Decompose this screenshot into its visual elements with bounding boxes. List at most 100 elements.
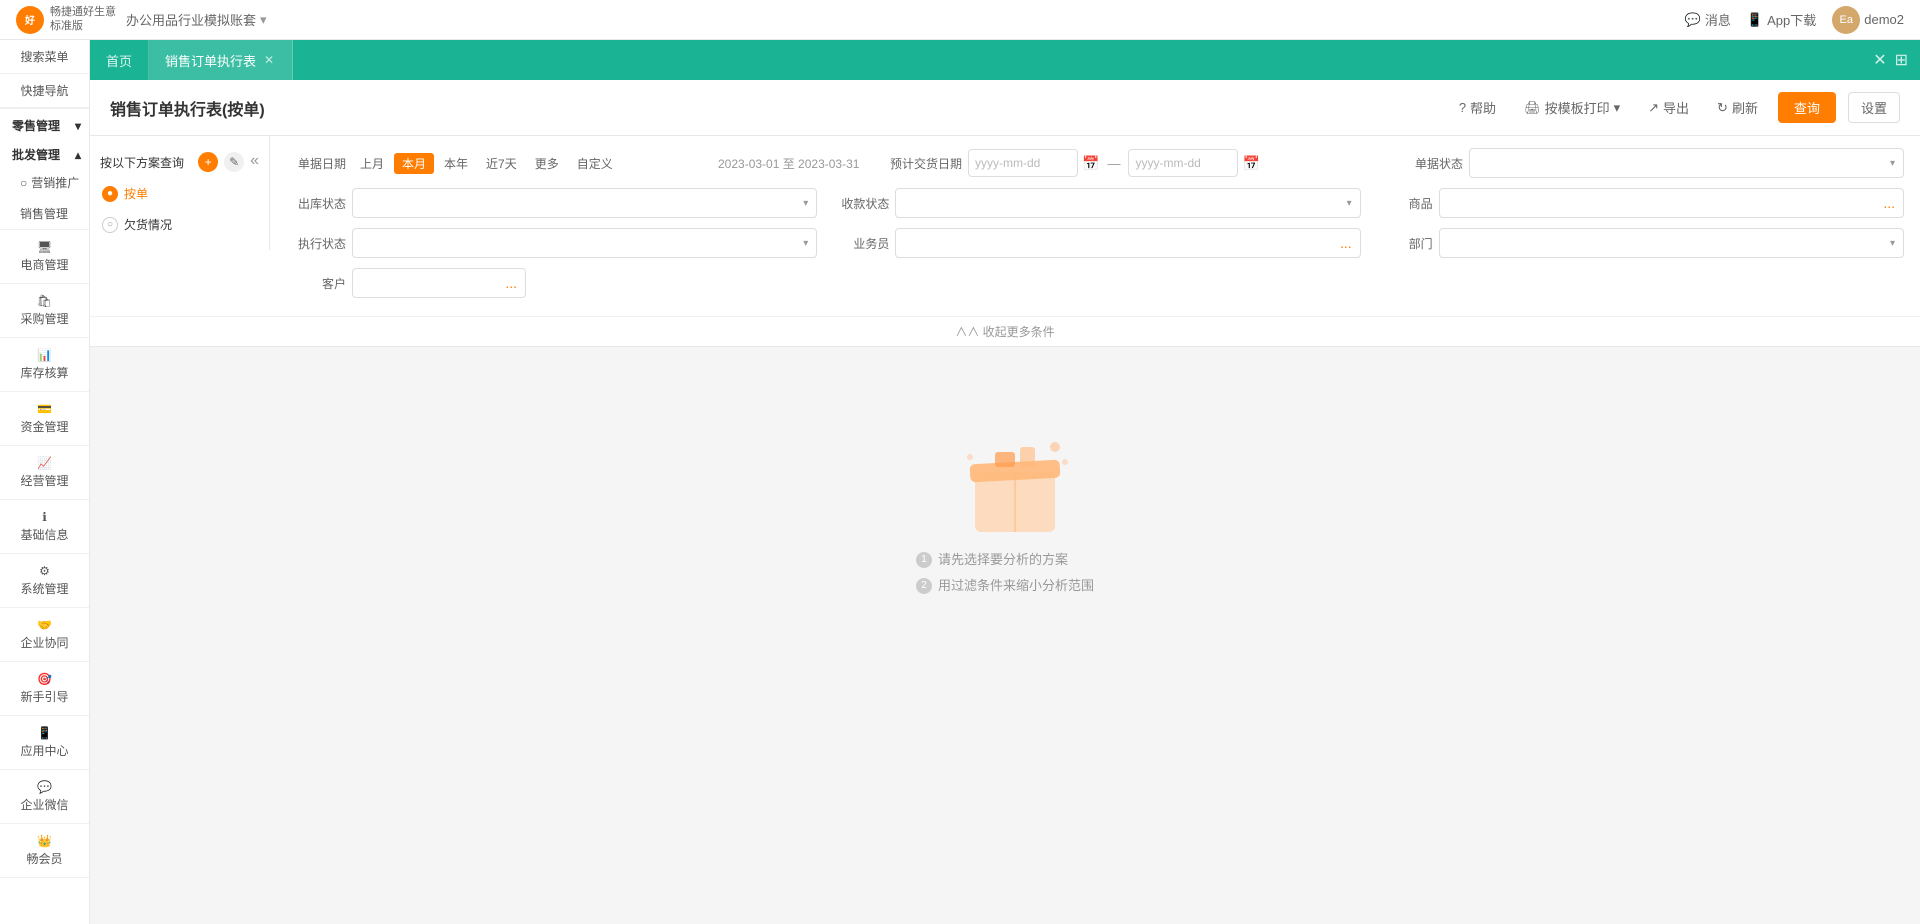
exec-label: 执行状态 <box>286 235 346 252</box>
logo-text: 畅捷通好生意 标准版 <box>50 6 116 32</box>
product-label: 商品 <box>1373 195 1433 212</box>
sidebar-item-ecommerce[interactable]: 🖥 电商管理 <box>0 230 89 284</box>
tab-home[interactable]: 首页 <box>90 40 149 80</box>
solution-item-backorder[interactable]: ○ 欠货情况 <box>90 209 269 240</box>
tab-expand-icon[interactable]: ⊞ <box>1895 50 1908 70</box>
message-action[interactable]: 💬 消息 <box>1685 10 1731 29</box>
customer-more-icon[interactable]: ... <box>505 275 517 291</box>
header-left: 好 畅捷通好生意 标准版 办公用品行业模拟账套 ▾ <box>16 6 267 34</box>
date-tab-this-month[interactable]: 本月 <box>394 153 434 174</box>
empty-state: 1 请先选择要分析的方案 2 用过滤条件来缩小分析范围 <box>90 347 1920 679</box>
exec-dropdown-icon: ▾ <box>803 238 808 249</box>
expected-date-to-input[interactable] <box>1128 149 1238 177</box>
sidebar: 搜索菜单 快捷导航 零售管理 ▾ 批发管理 ▴ ○ 营销推广 销售管理 🖥 电商… <box>0 40 90 924</box>
user-menu[interactable]: Ea demo2 <box>1832 6 1904 34</box>
date-tab-last-month[interactable]: 上月 <box>352 153 392 174</box>
breadcrumb-dropdown-icon[interactable]: ▾ <box>260 12 267 28</box>
help-button[interactable]: ? 帮助 <box>1451 94 1504 121</box>
sidebar-sub-item-sales[interactable]: 销售管理 <box>0 198 89 229</box>
expected-date-from-input[interactable] <box>968 149 1078 177</box>
sidebar-item-retail[interactable]: 零售管理 ▾ <box>0 109 89 138</box>
status-label: 单据状态 <box>1403 155 1463 172</box>
tab-bar-right: ✕ ⊞ <box>1861 40 1920 80</box>
page-header-actions: ? 帮助 🖨 按模板打印 ▾ ↗ 导出 ↻ 刷新 <box>1451 92 1900 123</box>
sidebar-item-inventory[interactable]: 📊 库存核算 <box>0 338 89 392</box>
inventory-icon: 📊 <box>37 348 52 362</box>
search-menu[interactable]: 搜索菜单 <box>0 40 89 74</box>
sidebar-item-wechat[interactable]: 💬 企业微信 <box>0 770 89 824</box>
dept-select[interactable]: ▾ <box>1439 228 1904 258</box>
finance-icon: 💳 <box>37 402 52 416</box>
header-right: 💬 消息 📱 App下载 Ea demo2 <box>1685 6 1904 34</box>
sidebar-item-appcenter[interactable]: 📱 应用中心 <box>0 716 89 770</box>
salesperson-more-icon[interactable]: ... <box>1340 235 1352 251</box>
payment-select[interactable]: ▾ <box>895 188 1360 218</box>
solution-dot-gray-icon: ○ <box>102 217 118 233</box>
export-button[interactable]: ↗ 导出 <box>1640 94 1697 121</box>
content-area: 首页 销售订单执行表 ✕ ✕ ⊞ 销售订单执行表(按单) ? 帮助 <box>90 40 1920 924</box>
tab-sales-order[interactable]: 销售订单执行表 ✕ <box>149 40 293 80</box>
calendar-to-icon[interactable]: 📅 <box>1242 155 1259 172</box>
status-select[interactable]: ▾ <box>1469 148 1904 178</box>
settings-button[interactable]: 设置 <box>1848 92 1900 123</box>
app-download-action[interactable]: 📱 App下载 <box>1747 10 1816 29</box>
system-icon: ⚙ <box>39 564 50 578</box>
salesperson-select[interactable]: ... <box>895 228 1360 258</box>
filter-area: 按以下方案查询 + ✎ « ● 按单 ○ <box>90 136 1920 347</box>
phone-icon: 📱 <box>1747 12 1763 28</box>
refresh-icon: ↻ <box>1717 100 1728 116</box>
status-dropdown-icon: ▾ <box>1890 158 1895 169</box>
appcenter-icon: 📱 <box>37 726 52 740</box>
edit-solution-button[interactable]: ✎ <box>224 152 244 172</box>
sidebar-item-system[interactable]: ⚙ 系统管理 <box>0 554 89 608</box>
collapse-solution-button[interactable]: « <box>250 152 259 172</box>
expected-date-label: 预计交货日期 <box>890 155 962 172</box>
tab-close-window-icon[interactable]: ✕ <box>1873 50 1886 70</box>
basic-icon: ℹ <box>42 510 47 524</box>
date-tab-more[interactable]: 更多 <box>527 153 567 174</box>
collapse-bar[interactable]: ∧∧ 收起更多条件 <box>90 316 1920 346</box>
purchase-icon: 🛍 <box>37 294 52 308</box>
sidebar-item-basic[interactable]: ℹ 基础信息 <box>0 500 89 554</box>
product-more-icon[interactable]: ... <box>1883 195 1895 211</box>
print-button[interactable]: 🖨 按模板打印 ▾ <box>1516 94 1628 121</box>
sidebar-item-wholesale[interactable]: 批发管理 ▴ <box>0 138 89 167</box>
tab-bar: 首页 销售订单执行表 ✕ ✕ ⊞ <box>90 40 1920 80</box>
top-header: 好 畅捷通好生意 标准版 办公用品行业模拟账套 ▾ 💬 消息 📱 App下载 E… <box>0 0 1920 40</box>
date-tab-this-year[interactable]: 本年 <box>436 153 476 174</box>
breadcrumb[interactable]: 办公用品行业模拟账套 ▾ <box>126 10 267 29</box>
exec-select[interactable]: ▾ <box>352 228 817 258</box>
quick-nav[interactable]: 快捷导航 <box>0 74 89 108</box>
solution-panel: 按以下方案查询 + ✎ « ● 按单 ○ <box>90 136 270 250</box>
refresh-button[interactable]: ↻ 刷新 <box>1709 94 1766 121</box>
chevron-up-icon: ▴ <box>75 148 81 162</box>
date-tab-last-7days[interactable]: 近7天 <box>478 153 525 174</box>
logo-area: 好 畅捷通好生意 标准版 <box>16 6 116 34</box>
add-solution-button[interactable]: + <box>198 152 218 172</box>
sidebar-sub-item-order[interactable]: ○ 营销推广 <box>0 167 89 198</box>
sidebar-item-newguide[interactable]: 🎯 新手引导 <box>0 662 89 716</box>
filter-row-2: 出库状态 ▾ 收款状态 ▾ <box>286 188 1904 218</box>
outbound-select[interactable]: ▾ <box>352 188 817 218</box>
product-select[interactable]: ... <box>1439 188 1904 218</box>
calendar-from-icon[interactable]: 📅 <box>1082 155 1099 172</box>
sidebar-item-finance[interactable]: 💳 资金管理 <box>0 392 89 446</box>
date-range-text: 2023-03-01 至 2023-03-31 <box>718 155 859 172</box>
sidebar-item-operation[interactable]: 📈 经营管理 <box>0 446 89 500</box>
filter-row-1: 单据日期 上月 本月 本年 近7天 更多 自定义 <box>286 148 1904 178</box>
query-button[interactable]: 查询 <box>1778 92 1836 123</box>
solution-dot-icon: ● <box>102 186 118 202</box>
sidebar-item-enterprise[interactable]: 🤝 企业协同 <box>0 608 89 662</box>
expected-date-from-wrap: 📅 <box>968 149 1099 177</box>
sidebar-item-member[interactable]: 👑 畅会员 <box>0 824 89 878</box>
payment-label: 收款状态 <box>829 195 889 212</box>
sidebar-item-purchase[interactable]: 🛍 采购管理 <box>0 284 89 338</box>
tab-close-icon[interactable]: ✕ <box>262 53 276 67</box>
filter-row-4: 客户 ... <box>286 268 1904 298</box>
solution-actions: + ✎ « <box>198 152 259 172</box>
print-dropdown-icon: ▾ <box>1614 100 1621 116</box>
solution-item-by-order[interactable]: ● 按单 <box>90 178 269 209</box>
customer-select[interactable]: ... <box>352 268 526 298</box>
dept-label: 部门 <box>1373 235 1433 252</box>
date-tab-custom[interactable]: 自定义 <box>569 153 621 174</box>
